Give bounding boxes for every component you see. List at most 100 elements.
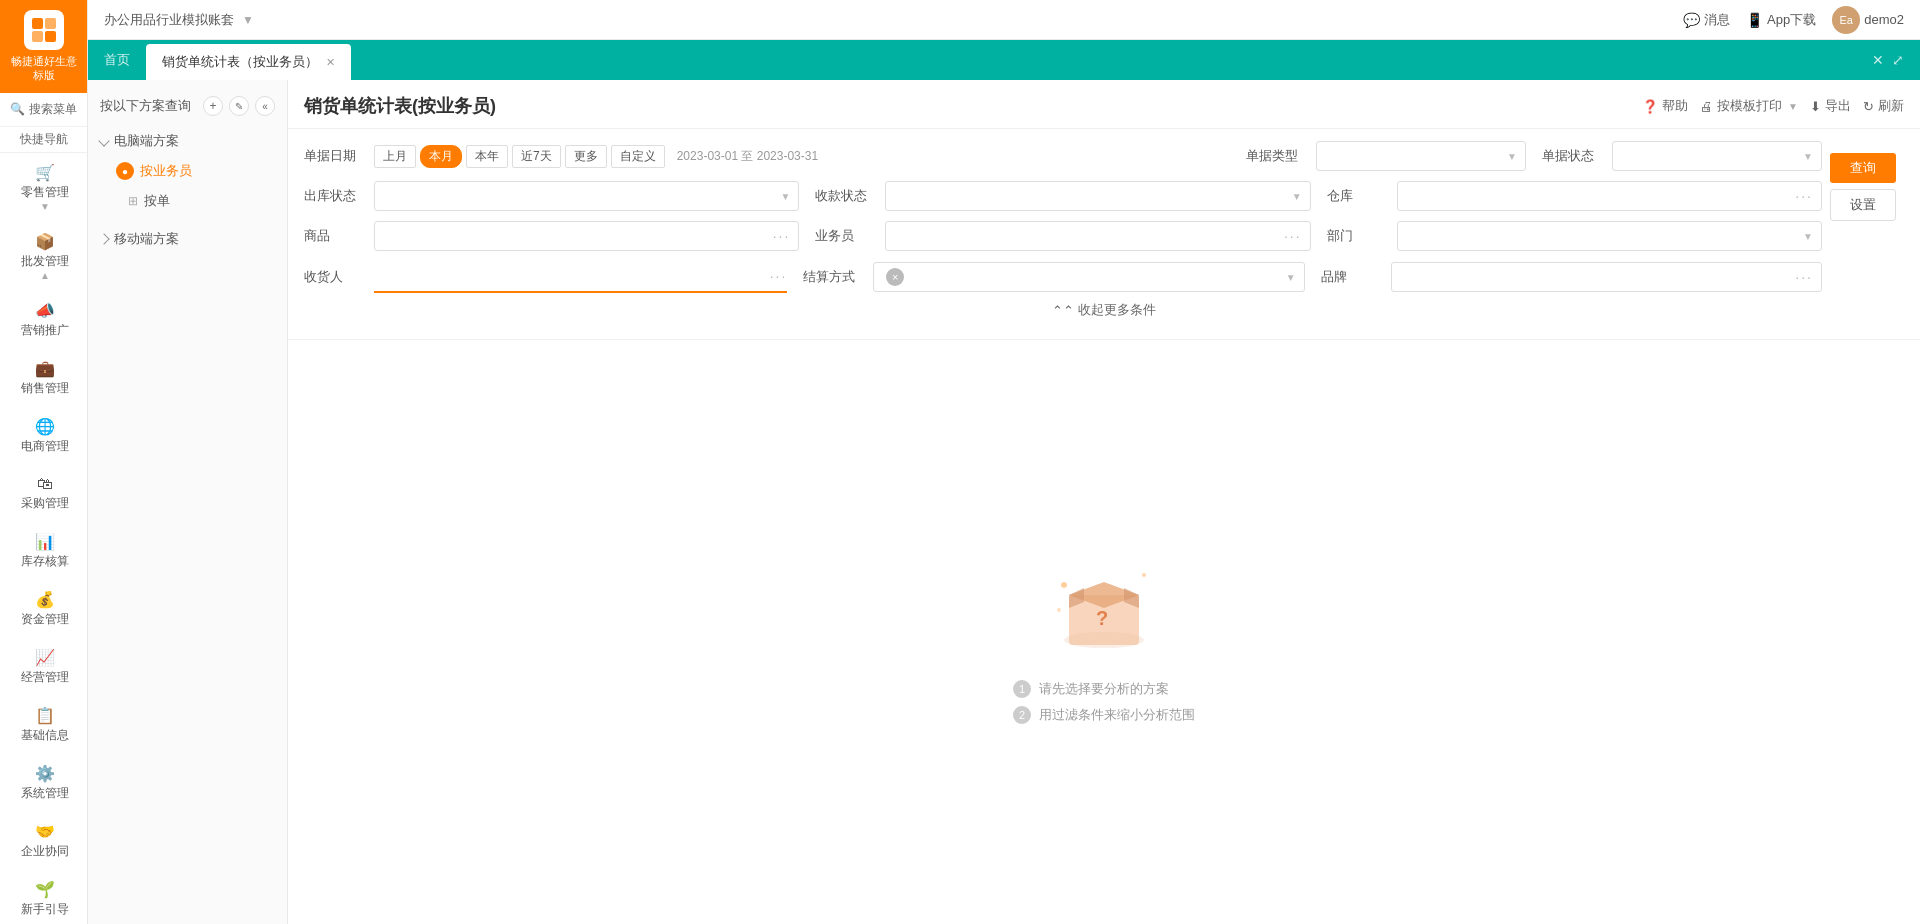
bill-status-select[interactable]: ▼: [1612, 141, 1822, 171]
warehouse-select[interactable]: ···: [1397, 181, 1822, 211]
refresh-btn[interactable]: ↻ 刷新: [1863, 97, 1904, 115]
date-btn-more[interactable]: 更多: [565, 145, 607, 168]
left-scheme-panel: 按以下方案查询 + ✎ « 电脑端方案 ●: [88, 80, 288, 924]
filter-row-4: 收货人 ··· 结算方式 × ▼ 品牌: [304, 261, 1822, 293]
inventory-label: 库存核算: [21, 553, 69, 570]
payment-method-select[interactable]: × ▼: [873, 262, 1304, 292]
date-buttons: 上月 本月 本年 近7天 更多 自定义: [374, 145, 669, 168]
sidebar-item-marketing[interactable]: 📣 营销推广: [0, 291, 87, 349]
empty-state-illustration: ?: [1044, 540, 1164, 660]
sidebar-item-ecommerce[interactable]: 🌐 电商管理: [0, 407, 87, 465]
search-menu-item[interactable]: 🔍 搜索菜单: [0, 93, 87, 127]
brand-dots: ···: [1795, 269, 1813, 285]
user-profile[interactable]: Ea demo2: [1832, 6, 1904, 34]
print-icon: 🖨: [1700, 99, 1713, 114]
product-dots: ···: [773, 228, 791, 244]
enterprise-label: 企业协同: [21, 843, 69, 860]
quick-nav-item[interactable]: 快捷导航: [0, 127, 87, 153]
sidebar-item-operations[interactable]: 📈 经营管理: [0, 638, 87, 696]
scheme-item-by-salesperson[interactable]: ● 按业务员: [88, 156, 287, 186]
sidebar-item-retail[interactable]: 🛒 零售管理 ▼: [0, 153, 87, 222]
product-select[interactable]: ···: [374, 221, 799, 251]
app-logo-text: 畅捷通好生意 标版: [8, 54, 79, 83]
brand-label: 品牌: [1321, 268, 1391, 286]
app-download-action[interactable]: 📱 App下载: [1746, 11, 1816, 29]
top-header: 办公用品行业模拟账套 ▼ 💬 消息 📱 App下载 Ea demo2: [88, 0, 1920, 40]
tab-home[interactable]: 首页: [88, 40, 146, 80]
payment-status-select[interactable]: ▼: [885, 181, 1310, 211]
app-logo[interactable]: 畅捷通好生意 标版: [0, 0, 87, 93]
sidebar-item-wholesale[interactable]: 📦 批发管理 ▲: [0, 222, 87, 291]
desktop-section-header[interactable]: 电脑端方案: [88, 126, 287, 156]
query-btn[interactable]: 查询: [1830, 153, 1896, 183]
payment-method-arrow-icon: ▼: [1286, 272, 1296, 283]
tab-home-label: 首页: [104, 51, 130, 69]
retail-label: 零售管理: [21, 184, 69, 201]
sidebar-item-system[interactable]: ⚙️ 系统管理: [0, 754, 87, 812]
out-status-select[interactable]: ▼: [374, 181, 799, 211]
recipient-label: 收货人: [304, 268, 374, 286]
message-action[interactable]: 💬 消息: [1683, 11, 1730, 29]
collapse-filters-btn[interactable]: ⌃⌃ 收起更多条件: [1052, 301, 1156, 319]
bill-status-arrow-icon: ▼: [1803, 151, 1813, 162]
filter-row-date: 单据日期 上月 本月 本年 近7天 更多 自定义 20: [304, 141, 1822, 171]
export-btn[interactable]: ⬇ 导出: [1810, 97, 1851, 115]
print-btn[interactable]: 🖨 按模板打印 ▼: [1700, 97, 1798, 115]
sidebar-item-finance[interactable]: 💰 资金管理: [0, 580, 87, 638]
current-company-name[interactable]: 办公用品行业模拟账套: [104, 11, 234, 29]
bill-type-select[interactable]: ▼: [1316, 141, 1526, 171]
print-label: 按模板打印: [1717, 97, 1782, 115]
warehouse-label: 仓库: [1327, 187, 1397, 205]
payment-status-arrow-icon: ▼: [1292, 191, 1302, 202]
date-btn-this-year[interactable]: 本年: [466, 145, 508, 168]
date-btn-this-month[interactable]: 本月: [420, 145, 462, 168]
collapse-label: 收起更多条件: [1078, 301, 1156, 319]
tab-sales-stat[interactable]: 销货单统计表（按业务员） ✕: [146, 44, 351, 80]
recipient-input[interactable]: [374, 261, 770, 291]
recipient-dots: ···: [770, 268, 788, 284]
sidebar-item-basic-info[interactable]: 📋 基础信息: [0, 696, 87, 754]
wholesale-arrow: ▲: [40, 270, 50, 281]
edit-scheme-btn[interactable]: ✎: [229, 96, 249, 116]
sidebar-item-purchase[interactable]: 🛍 采购管理: [0, 465, 87, 522]
svg-rect-1: [45, 18, 56, 29]
salesperson-label: 业务员: [815, 227, 885, 245]
collapse-panel-btn[interactable]: «: [255, 96, 275, 116]
sidebar-item-inventory[interactable]: 📊 库存核算: [0, 522, 87, 580]
collapse-row: ⌃⌃ 收起更多条件: [304, 293, 1904, 327]
payment-method-clear-btn[interactable]: ×: [886, 268, 904, 286]
page-title-row: 销货单统计表(按业务员) ❓ 帮助 🖨 按模板打印 ▼ ⬇ 导出: [288, 80, 1920, 129]
add-scheme-btn[interactable]: +: [203, 96, 223, 116]
collapse-up-icon: ⌃⌃: [1052, 303, 1074, 318]
quick-nav-label: 快捷导航: [20, 131, 68, 148]
sidebar-item-newbie[interactable]: 🌱 新手引导: [0, 870, 87, 924]
main-area: 办公用品行业模拟账套 ▼ 💬 消息 📱 App下载 Ea demo2 首页: [88, 0, 1920, 924]
tab-close-icon[interactable]: ✕: [326, 56, 335, 69]
date-btn-last-month[interactable]: 上月: [374, 145, 416, 168]
department-select[interactable]: ▼: [1397, 221, 1822, 251]
scheme-item-by-bill[interactable]: ⊞ 按单: [88, 186, 287, 216]
tab-close-window-icon[interactable]: ✕: [1872, 52, 1884, 68]
dropdown-arrow-icon[interactable]: ▼: [242, 13, 254, 27]
page-title-actions: ❓ 帮助 🖨 按模板打印 ▼ ⬇ 导出 ↻ 刷新: [1642, 97, 1904, 115]
desktop-scheme-section: 电脑端方案 ● 按业务员 ⊞ 按单: [88, 122, 287, 220]
tab-bar-actions: ✕ ⤢: [1872, 52, 1920, 68]
date-btn-7days[interactable]: 近7天: [512, 145, 561, 168]
filter-row-2: 出库状态 ▼ 收款状态 ▼ 仓库: [304, 181, 1822, 211]
salesperson-select[interactable]: ···: [885, 221, 1310, 251]
settings-btn[interactable]: 设置: [1830, 189, 1896, 221]
brand-select[interactable]: ···: [1391, 262, 1822, 292]
date-btn-custom[interactable]: 自定义: [611, 145, 665, 168]
scheme-panel-header: 按以下方案查询 + ✎ «: [88, 90, 287, 122]
desktop-section-chevron: [98, 135, 109, 146]
mobile-section-header[interactable]: 移动端方案: [88, 224, 287, 254]
tab-restore-icon[interactable]: ⤢: [1892, 52, 1904, 68]
sidebar-item-sales[interactable]: 💼 销售管理: [0, 349, 87, 407]
sidebar-item-enterprise[interactable]: 🤝 企业协同: [0, 812, 87, 870]
help-btn[interactable]: ❓ 帮助: [1642, 97, 1688, 115]
product-label: 商品: [304, 227, 374, 245]
print-dropdown-icon[interactable]: ▼: [1788, 101, 1798, 112]
newbie-label: 新手引导: [21, 901, 69, 918]
filter-area: 单据日期 上月 本月 本年 近7天 更多 自定义 20: [288, 129, 1920, 340]
svg-rect-3: [45, 31, 56, 42]
